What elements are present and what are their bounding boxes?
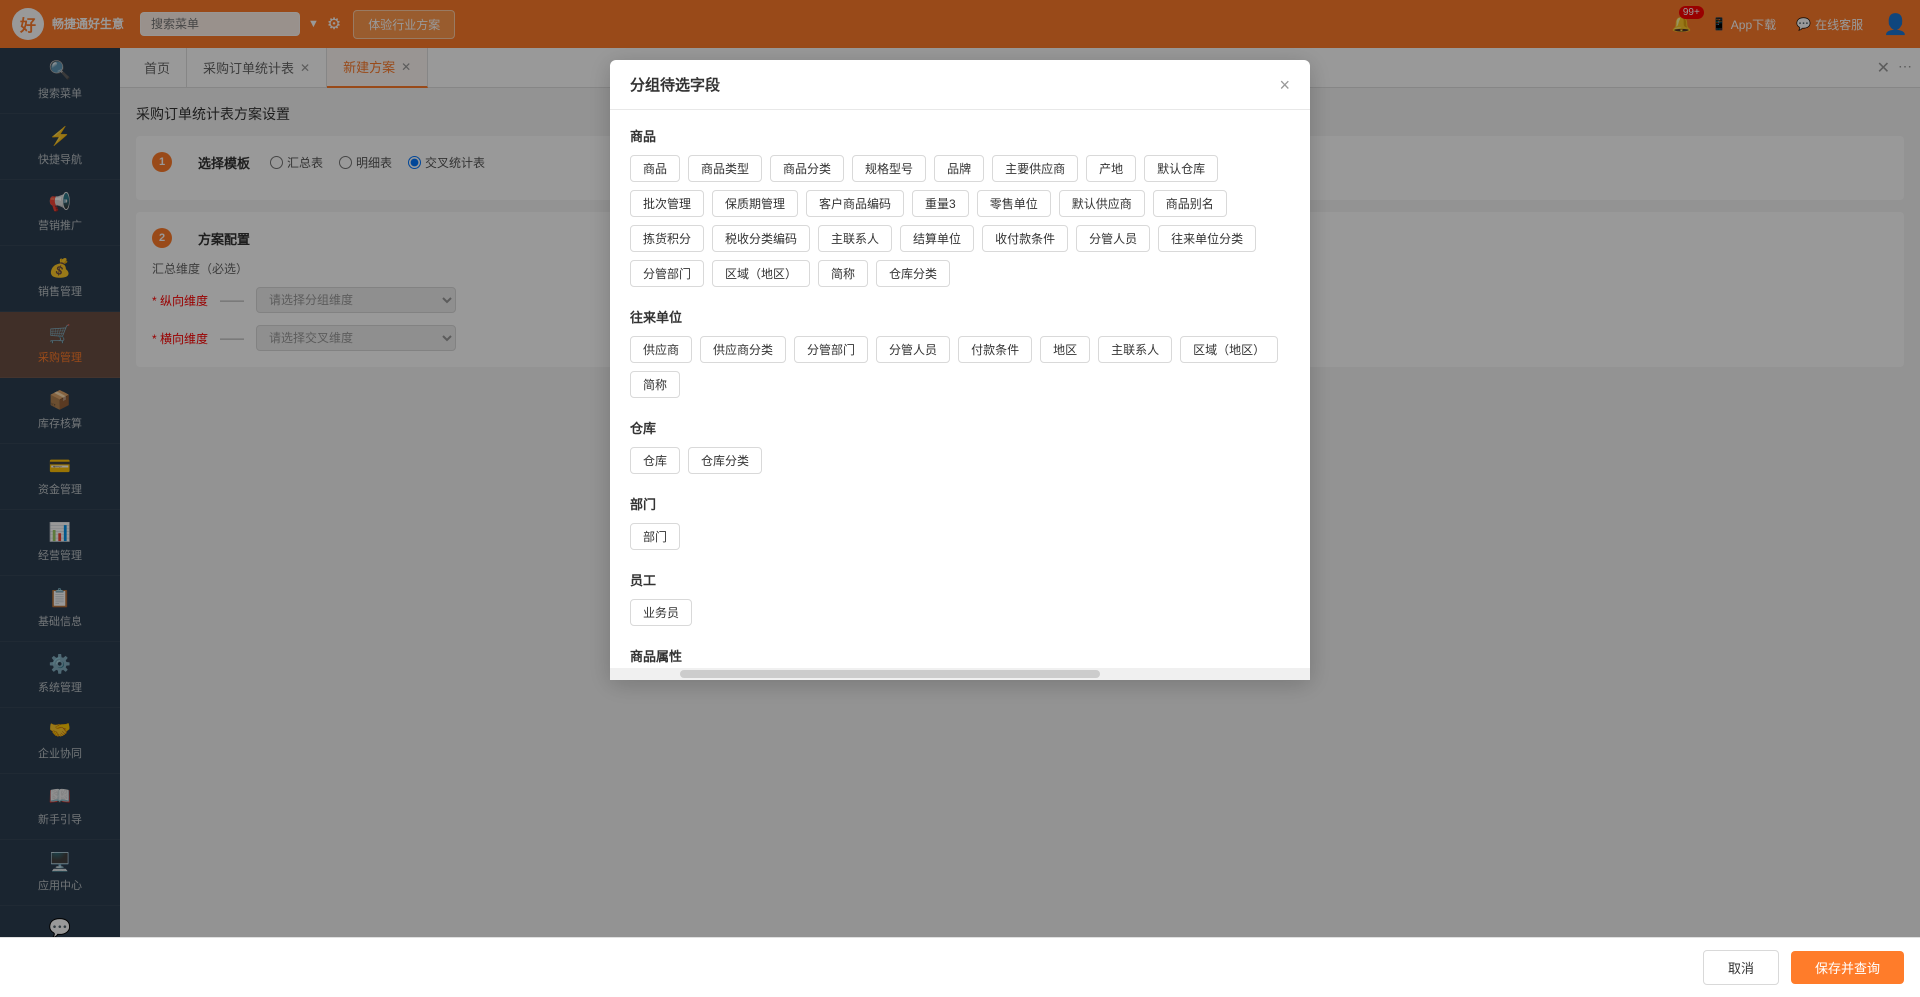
field-tag-0-1[interactable]: 商品类型	[688, 155, 762, 182]
field-tag-0-21[interactable]: 往来单位分类	[1158, 225, 1256, 252]
field-tags-0: 商品商品类型商品分类规格型号品牌主要供应商产地默认仓库批次管理保质期管理客户商品…	[630, 155, 1290, 287]
field-tag-0-8[interactable]: 批次管理	[630, 190, 704, 217]
field-tag-0-20[interactable]: 分管人员	[1076, 225, 1150, 252]
footer-bar: 取消 保存并查询	[0, 937, 1920, 997]
field-tag-0-23[interactable]: 区域（地区）	[712, 260, 810, 287]
field-tag-0-5[interactable]: 主要供应商	[992, 155, 1078, 182]
field-tag-0-24[interactable]: 简称	[818, 260, 868, 287]
field-section-4: 员工业务员	[630, 570, 1290, 626]
field-tag-0-13[interactable]: 默认供应商	[1059, 190, 1145, 217]
scrollbar-thumb[interactable]	[680, 670, 1100, 678]
field-tag-0-9[interactable]: 保质期管理	[712, 190, 798, 217]
save-button[interactable]: 保存并查询	[1791, 951, 1904, 984]
field-tag-0-25[interactable]: 仓库分类	[876, 260, 950, 287]
field-tag-2-1[interactable]: 仓库分类	[688, 447, 762, 474]
modal-close-button[interactable]: ×	[1279, 76, 1290, 94]
field-tag-1-7[interactable]: 区域（地区）	[1180, 336, 1278, 363]
field-tag-0-16[interactable]: 税收分类编码	[712, 225, 810, 252]
field-section-3: 部门部门	[630, 494, 1290, 550]
field-section-title-1: 往来单位	[630, 307, 1290, 326]
modal-title: 分组待选字段	[630, 74, 720, 95]
cancel-button[interactable]: 取消	[1703, 950, 1779, 985]
field-tag-0-11[interactable]: 重量3	[912, 190, 969, 217]
field-tag-0-18[interactable]: 结算单位	[900, 225, 974, 252]
field-section-title-2: 仓库	[630, 418, 1290, 437]
field-tag-1-3[interactable]: 分管人员	[876, 336, 950, 363]
field-tag-1-0[interactable]: 供应商	[630, 336, 692, 363]
field-tag-3-0[interactable]: 部门	[630, 523, 680, 550]
field-tag-0-6[interactable]: 产地	[1086, 155, 1136, 182]
field-tag-0-3[interactable]: 规格型号	[852, 155, 926, 182]
field-tag-1-2[interactable]: 分管部门	[794, 336, 868, 363]
field-section-1: 往来单位供应商供应商分类分管部门分管人员付款条件地区主联系人区域（地区） 简称	[630, 307, 1290, 398]
field-tag-0-0[interactable]: 商品	[630, 155, 680, 182]
field-section-title-0: 商品	[630, 126, 1290, 145]
field-section-2: 仓库仓库仓库分类	[630, 418, 1290, 474]
field-tag-0-12[interactable]: 零售单位	[977, 190, 1051, 217]
field-tags-3: 部门	[630, 523, 1290, 550]
field-tag-0-17[interactable]: 主联系人	[818, 225, 892, 252]
field-tag-2-0[interactable]: 仓库	[630, 447, 680, 474]
field-tag-0-10[interactable]: 客户商品编码	[806, 190, 904, 217]
field-tag-0-22[interactable]: 分管部门	[630, 260, 704, 287]
field-tag-0-14[interactable]: 商品别名	[1153, 190, 1227, 217]
modal-dialog: 分组待选字段 × 商品商品商品类型商品分类规格型号品牌主要供应商产地默认仓库批次…	[610, 60, 1310, 680]
field-tag-1-5[interactable]: 地区	[1040, 336, 1090, 363]
field-tags-4: 业务员	[630, 599, 1290, 626]
field-tags-2: 仓库仓库分类	[630, 447, 1290, 474]
field-section-title-5: 商品属性	[630, 646, 1290, 665]
field-tag-0-2[interactable]: 商品分类	[770, 155, 844, 182]
field-section-5: 商品属性属性颜色多规格尺码鞋码1	[630, 646, 1290, 668]
modal-body[interactable]: 商品商品商品类型商品分类规格型号品牌主要供应商产地默认仓库批次管理保质期管理客户…	[610, 110, 1310, 668]
modal-header: 分组待选字段 ×	[610, 60, 1310, 110]
field-tag-1-4[interactable]: 付款条件	[958, 336, 1032, 363]
field-tag-1-6[interactable]: 主联系人	[1098, 336, 1172, 363]
horizontal-scrollbar[interactable]	[610, 668, 1310, 680]
field-tag-0-4[interactable]: 品牌	[934, 155, 984, 182]
modal-overlay: 分组待选字段 × 商品商品商品类型商品分类规格型号品牌主要供应商产地默认仓库批次…	[0, 0, 1920, 937]
field-section-0: 商品商品商品类型商品分类规格型号品牌主要供应商产地默认仓库批次管理保质期管理客户…	[630, 126, 1290, 287]
field-tag-0-19[interactable]: 收付款条件	[982, 225, 1068, 252]
field-tag-1-1[interactable]: 供应商分类	[700, 336, 786, 363]
field-tag-4-0[interactable]: 业务员	[630, 599, 692, 626]
field-tag-1-8[interactable]: 简称	[630, 371, 680, 398]
field-section-title-4: 员工	[630, 570, 1290, 589]
field-section-title-3: 部门	[630, 494, 1290, 513]
field-tag-0-7[interactable]: 默认仓库	[1144, 155, 1218, 182]
field-tags-1: 供应商供应商分类分管部门分管人员付款条件地区主联系人区域（地区） 简称	[630, 336, 1290, 398]
field-tag-0-15[interactable]: 拣货积分	[630, 225, 704, 252]
